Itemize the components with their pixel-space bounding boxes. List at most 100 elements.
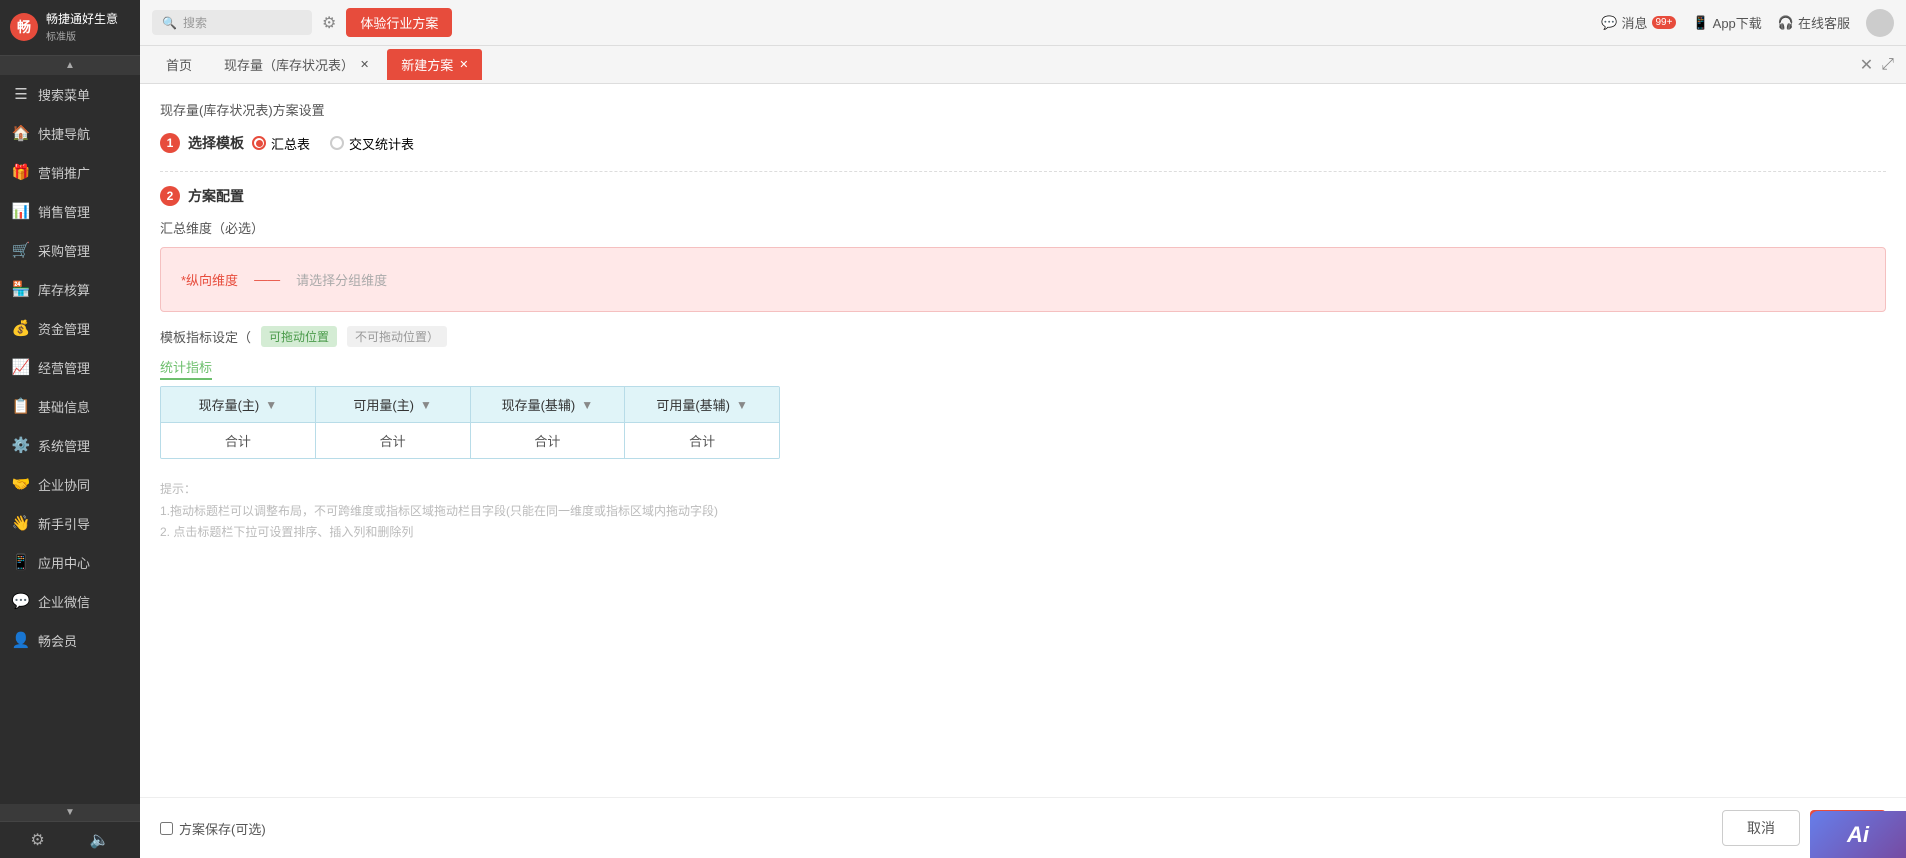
sidebar-item-system-label: 系统管理 xyxy=(38,436,90,455)
dimension-box[interactable]: *纵向维度 —— 请选择分组维度 xyxy=(160,247,1886,312)
sidebar-item-marketing[interactable]: 🎁 营销推广 xyxy=(0,153,140,192)
radio-summary[interactable]: 汇总表 xyxy=(252,134,310,153)
gear-icon[interactable]: ⚙ xyxy=(322,13,336,33)
col-header-1[interactable]: 可用量(主) ▼ xyxy=(316,387,471,422)
cell-0-1: 合计 xyxy=(316,423,471,458)
close-panel-btn[interactable]: ✕ xyxy=(1860,55,1873,75)
sidebar-item-guide[interactable]: 👋 新手引导 xyxy=(0,504,140,543)
cell-0-0-value: 合计 xyxy=(225,431,251,450)
dimension-required: *纵向维度 xyxy=(181,270,238,289)
sidebar-item-search-label: 搜索菜单 xyxy=(38,85,90,104)
sidebar-item-wechat[interactable]: 💬 企业微信 xyxy=(0,582,140,621)
tip2: 2. 点击标题栏下拉可设置排序、插入列和删除列 xyxy=(160,522,1886,544)
message-label: 消息 xyxy=(1621,13,1647,32)
sidebar-item-search[interactable]: ☰ 搜索菜单 xyxy=(0,75,140,114)
sidebar-item-purchase[interactable]: 🛒 采购管理 xyxy=(0,231,140,270)
col-header-2[interactable]: 现存量(基辅) ▼ xyxy=(471,387,626,422)
sidebar-item-inventory-label: 库存核算 xyxy=(38,280,90,299)
save-option-label: 方案保存(可选) xyxy=(179,819,266,838)
cell-0-3-value: 合计 xyxy=(689,431,715,450)
section2-header: 2 方案配置 xyxy=(160,186,1886,206)
cell-0-3: 合计 xyxy=(625,423,779,458)
search-box[interactable]: 🔍 搜索 xyxy=(152,10,312,35)
col-header-3[interactable]: 可用量(基辅) ▼ xyxy=(625,387,779,422)
sidebar-item-inventory[interactable]: 🏪 库存核算 xyxy=(0,270,140,309)
topbar-right: 💬 消息 99+ 📱 App下载 🎧 在线客服 xyxy=(1601,9,1894,37)
sidebar-item-operation[interactable]: 📈 经营管理 xyxy=(0,348,140,387)
radio-cross[interactable]: 交叉统计表 xyxy=(330,134,414,153)
sidebar-bottom: ⚙ 🔈 xyxy=(0,821,140,858)
sidebar-scroll-up[interactable]: ▲ xyxy=(0,56,140,75)
sidebar-item-operation-label: 经营管理 xyxy=(38,358,90,377)
tab-home[interactable]: 首页 xyxy=(152,49,206,80)
customer-service-btn[interactable]: 🎧 在线客服 xyxy=(1778,13,1850,32)
sidebar-item-shortcut[interactable]: 🏠 快捷导航 xyxy=(0,114,140,153)
marketing-icon: 🎁 xyxy=(12,163,30,181)
tips-title: 提示： xyxy=(160,482,196,496)
app-download-btn[interactable]: 📱 App下载 xyxy=(1692,13,1761,32)
sidebar-item-guide-label: 新手引导 xyxy=(38,514,90,533)
trial-btn[interactable]: 体验行业方案 xyxy=(346,8,452,37)
sidebar-item-member[interactable]: 👤 畅会员 xyxy=(0,621,140,660)
content-area: 现存量(库存状况表)方案设置 1 选择模板 汇总表 交叉统计表 xyxy=(140,84,1906,797)
sidebar-item-enterprise[interactable]: 🤝 企业协同 xyxy=(0,465,140,504)
non-draggable-badge: 不可拖动位置） xyxy=(347,326,447,347)
cell-0-1-value: 合计 xyxy=(380,431,406,450)
section-config: 2 方案配置 汇总维度（必选） *纵向维度 —— 请选择分组维度 模板指标设定（… xyxy=(160,186,1886,544)
section-template: 1 选择模板 汇总表 交叉统计表 xyxy=(160,133,1886,153)
col-header-0-label: 现存量(主) xyxy=(199,395,260,414)
page-title: 现存量(库存状况表)方案设置 xyxy=(160,100,1886,119)
sidebar-item-system[interactable]: ⚙️ 系统管理 xyxy=(0,426,140,465)
message-badge: 99+ xyxy=(1652,16,1677,29)
volume-icon[interactable]: 🔈 xyxy=(90,830,110,850)
cell-0-2: 合计 xyxy=(471,423,626,458)
member-icon: 👤 xyxy=(12,631,30,649)
section1-num: 1 xyxy=(160,133,180,153)
expand-panel-btn[interactable]: ⤢ xyxy=(1881,55,1894,75)
cancel-button[interactable]: 取消 xyxy=(1722,810,1800,846)
sidebar-item-marketing-label: 营销推广 xyxy=(38,163,90,182)
section1-header: 1 选择模板 汇总表 交叉统计表 xyxy=(160,133,1886,153)
col-header-0[interactable]: 现存量(主) ▼ xyxy=(161,387,316,422)
tab-new-plan-close[interactable]: ✕ xyxy=(459,58,468,71)
col-header-1-chevron: ▼ xyxy=(420,398,432,412)
main-area: 🔍 搜索 ⚙ 体验行业方案 💬 消息 99+ 📱 App下载 🎧 在线客服 首页 xyxy=(140,0,1906,858)
sidebar-item-finance[interactable]: 💰 资金管理 xyxy=(0,309,140,348)
guide-icon: 👋 xyxy=(12,514,30,532)
operation-icon: 📈 xyxy=(12,358,30,376)
sidebar-item-sales[interactable]: 📊 销售管理 xyxy=(0,192,140,231)
settings-icon[interactable]: ⚙ xyxy=(30,830,44,850)
purchase-icon: 🛒 xyxy=(12,241,30,259)
indicator-settings-label: 模板指标设定（ 可拖动位置 不可拖动位置） xyxy=(160,326,1886,347)
tab-inventory[interactable]: 现存量（库存状况表） ✕ xyxy=(210,49,383,80)
stats-label: 统计指标 xyxy=(160,357,212,380)
save-option[interactable]: 方案保存(可选) xyxy=(160,819,266,838)
radio-summary-circle xyxy=(252,136,266,150)
download-icon: 📱 xyxy=(1692,15,1708,31)
sidebar-item-member-label: 畅会员 xyxy=(38,631,77,650)
sidebar-item-base-info[interactable]: 📋 基础信息 xyxy=(0,387,140,426)
tab-new-plan[interactable]: 新建方案 ✕ xyxy=(387,49,482,80)
radio-summary-dot xyxy=(256,140,263,147)
draggable-badge: 可拖动位置 xyxy=(261,326,337,347)
tab-inventory-close[interactable]: ✕ xyxy=(360,58,369,71)
template-radio-group: 汇总表 交叉统计表 xyxy=(252,134,414,153)
cell-0-2-value: 合计 xyxy=(534,431,560,450)
tab-inventory-label: 现存量（库存状况表） xyxy=(224,55,354,74)
dimension-title: 汇总维度（必选） xyxy=(160,218,1886,237)
message-btn[interactable]: 💬 消息 99+ xyxy=(1601,13,1676,32)
indicator-table-row-0: 合计 合计 合计 合计 xyxy=(161,422,779,458)
finance-icon: 💰 xyxy=(12,319,30,337)
avatar[interactable] xyxy=(1866,9,1894,37)
dimension-placeholder: 请选择分组维度 xyxy=(296,270,387,289)
sidebar-item-app-center[interactable]: 📱 应用中心 xyxy=(0,543,140,582)
sidebar-scroll-down[interactable]: ▼ xyxy=(0,804,140,821)
tab-home-label: 首页 xyxy=(166,55,192,74)
sales-icon: 📊 xyxy=(12,202,30,220)
base-info-icon: 📋 xyxy=(12,397,30,415)
sidebar-item-sales-label: 销售管理 xyxy=(38,202,90,221)
sidebar-nav: ☰ 搜索菜单 🏠 快捷导航 🎁 营销推广 📊 销售管理 🛒 采购管理 🏪 库存核… xyxy=(0,75,140,804)
sidebar-item-app-center-label: 应用中心 xyxy=(38,553,90,572)
save-checkbox[interactable] xyxy=(160,822,173,835)
ai-bubble[interactable]: Ai xyxy=(1810,811,1906,858)
